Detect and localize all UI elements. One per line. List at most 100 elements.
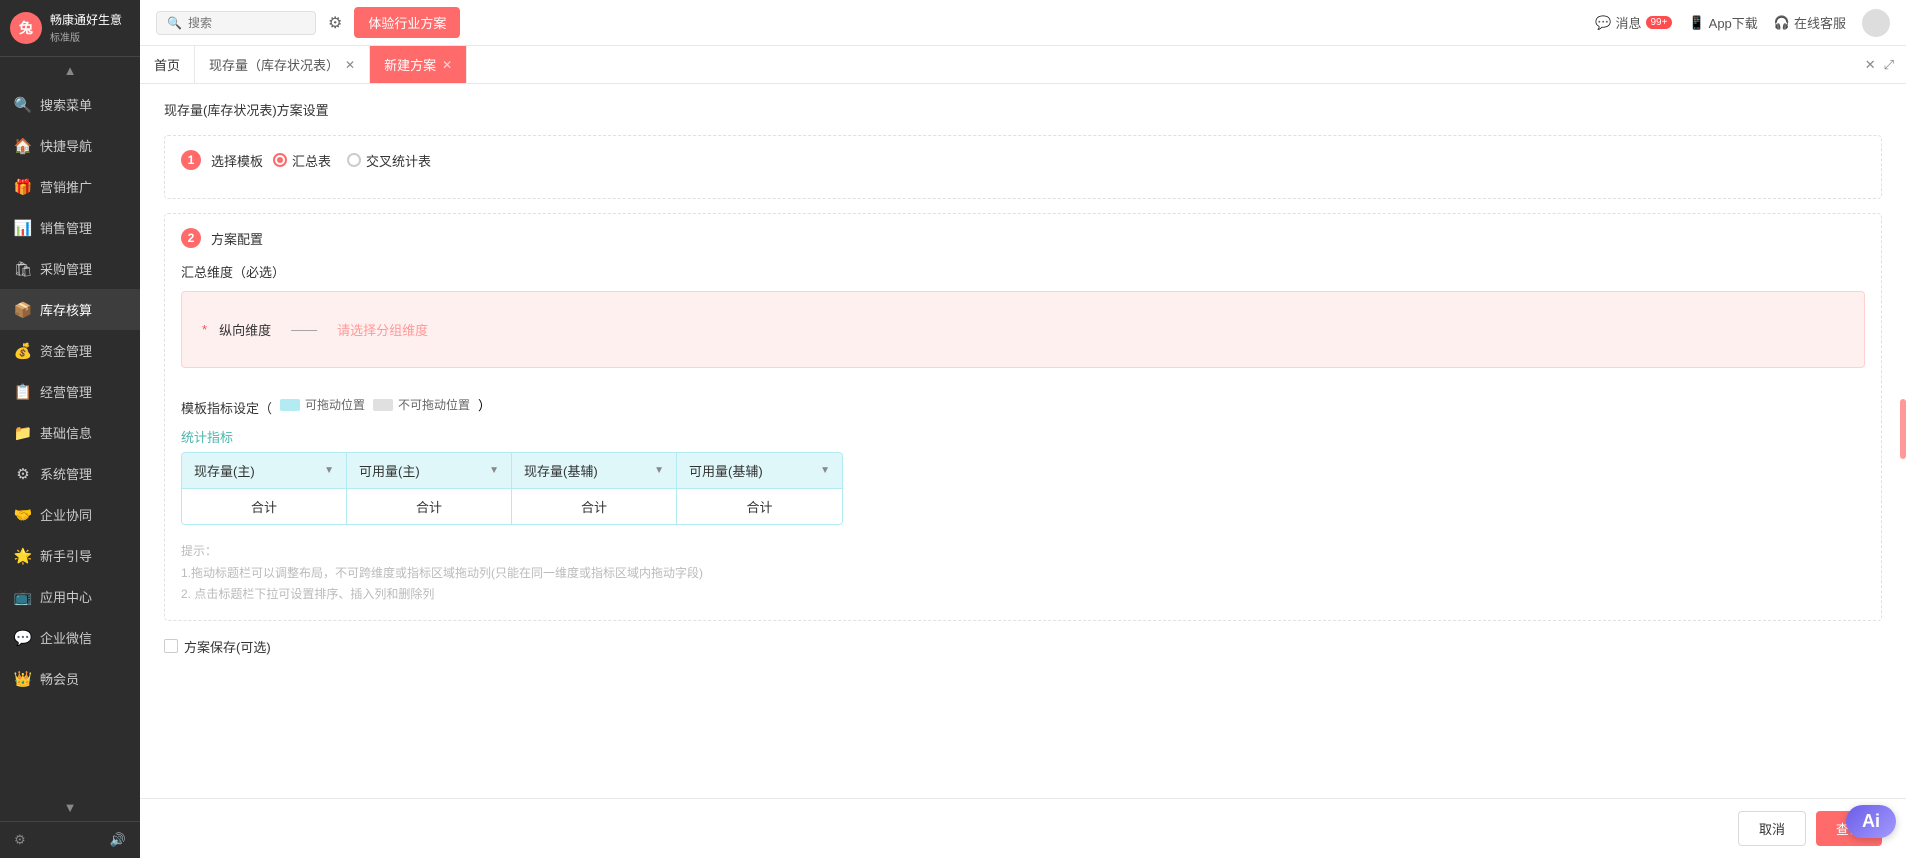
- tab-inventory-close[interactable]: ✕: [345, 58, 355, 72]
- topbar-search-input[interactable]: [188, 16, 305, 30]
- section-2-title: 方案配置: [211, 229, 263, 248]
- sidebar-item-guide[interactable]: 🌟 新手引导: [0, 535, 140, 576]
- folder-icon: 📁: [14, 424, 32, 442]
- search-icon: 🔍: [14, 96, 32, 114]
- section-1: 1 选择模板 汇总表 交叉统计表: [164, 135, 1882, 199]
- ai-fab-button[interactable]: Ai: [1846, 805, 1896, 838]
- sidebar-item-operations[interactable]: 📋 经营管理: [0, 371, 140, 412]
- sidebar-item-marketing[interactable]: 🎁 营销推广: [0, 166, 140, 207]
- user-avatar[interactable]: [1862, 9, 1890, 37]
- save-checkbox[interactable]: [164, 639, 178, 653]
- col-available-main-dropdown[interactable]: ▼: [489, 465, 499, 476]
- stats-label: 统计指标: [181, 427, 1865, 446]
- online-service-btn[interactable]: 🎧 在线客服: [1774, 13, 1846, 32]
- topbar-settings-btn[interactable]: ⚙: [328, 13, 342, 33]
- sidebar-item-enterprise-wechat[interactable]: 💬 企业微信: [0, 617, 140, 658]
- tab-close-window-icon[interactable]: ✕: [1865, 57, 1876, 73]
- trial-btn[interactable]: 体验行业方案: [354, 7, 460, 38]
- sidebar-item-system[interactable]: ⚙ 系统管理: [0, 453, 140, 494]
- sidebar-settings-icon[interactable]: ⚙: [14, 832, 26, 848]
- tv-icon: 📺: [14, 588, 32, 606]
- sidebar-nav: 🔍 搜索菜单 🏠 快捷导航 🎁 营销推广 📊 销售管理 🛍 采购管理 📦 库存核…: [0, 84, 140, 794]
- search-icon: 🔍: [167, 16, 182, 30]
- sidebar-item-basic-info[interactable]: 📁 基础信息: [0, 412, 140, 453]
- tab-window-controls: ✕ ⤢: [1853, 57, 1906, 73]
- sidebar-footer: ⚙ 🔊: [0, 821, 140, 858]
- col-current-aux-cell: 合计: [512, 489, 676, 524]
- sidebar-item-vip[interactable]: 👑 畅会员: [0, 658, 140, 699]
- metrics-table-header: 现存量(主) ▼ 合计 可用量(主) ▼ 合计: [182, 453, 842, 524]
- scroll-indicator: [1900, 399, 1906, 459]
- topbar-right: 💬 消息 99+ 📱 App下载 🎧 在线客服: [1595, 9, 1890, 37]
- sidebar-item-search-menu[interactable]: 🔍 搜索菜单: [0, 84, 140, 125]
- col-current-main-cell: 合计: [182, 489, 346, 524]
- col-available-aux: 可用量(基辅) ▼ 合计: [677, 453, 842, 524]
- sidebar-speaker-icon[interactable]: 🔊: [110, 832, 126, 848]
- main-area: 🔍 ⚙ 体验行业方案 💬 消息 99+ 📱 App下载 🎧 在线客服: [140, 0, 1906, 858]
- col-current-aux: 现存量(基辅) ▼ 合计: [512, 453, 677, 524]
- sidebar-item-enterprise-collab[interactable]: 🤝 企业协同: [0, 494, 140, 535]
- radio-cross-table[interactable]: 交叉统计表: [347, 151, 431, 170]
- sidebar-item-purchase[interactable]: 🛍 采购管理: [0, 248, 140, 289]
- legend-draggable: 可拖动位置: [280, 396, 365, 413]
- topbar: 🔍 ⚙ 体验行业方案 💬 消息 99+ 📱 App下载 🎧 在线客服: [140, 0, 1906, 46]
- dimension-required-star: *: [202, 322, 207, 337]
- sidebar-item-finance[interactable]: 💰 资金管理: [0, 330, 140, 371]
- sidebar-item-inventory-calc[interactable]: 📦 库存核算: [0, 289, 140, 330]
- col-current-aux-dropdown[interactable]: ▼: [654, 465, 664, 476]
- col-available-aux-cell: 合计: [677, 489, 842, 524]
- tab-home[interactable]: 首页: [140, 46, 195, 83]
- gift-icon: 🎁: [14, 178, 32, 196]
- radio-summary-circle: [273, 153, 287, 167]
- sidebar-item-quick-nav[interactable]: 🏠 快捷导航: [0, 125, 140, 166]
- logo-icon: 兔: [10, 12, 42, 44]
- save-option-label: 方案保存(可选): [184, 637, 271, 656]
- save-option: 方案保存(可选): [164, 637, 1882, 656]
- message-btn[interactable]: 💬 消息 99+: [1595, 13, 1672, 32]
- dimension-row-label: 纵向维度: [219, 320, 271, 339]
- section-1-header: 1 选择模板 汇总表 交叉统计表: [181, 150, 1865, 170]
- headset-icon: 🎧: [1774, 15, 1790, 31]
- dimension-label: 汇总维度（必选）: [181, 262, 1865, 281]
- col-current-aux-header[interactable]: 现存量(基辅) ▼: [512, 453, 676, 489]
- money-icon: 💰: [14, 342, 32, 360]
- section-1-title: 选择模板: [211, 151, 263, 170]
- message-icon: 💬: [1595, 15, 1611, 31]
- tab-new-plan-close[interactable]: ✕: [442, 58, 452, 72]
- sidebar-item-sales[interactable]: 📊 销售管理: [0, 207, 140, 248]
- app-download-btn[interactable]: 📱 App下载: [1688, 13, 1757, 32]
- cancel-button[interactable]: 取消: [1738, 811, 1806, 846]
- gear-icon: ⚙: [14, 465, 32, 483]
- radio-cross-circle: [347, 153, 361, 167]
- topbar-search-box[interactable]: 🔍: [156, 11, 316, 35]
- indicator-settings-suffix: ）: [478, 395, 491, 414]
- sidebar-scroll-up[interactable]: ▲: [0, 57, 140, 84]
- col-available-aux-dropdown[interactable]: ▼: [820, 465, 830, 476]
- chart-icon: 📊: [14, 219, 32, 237]
- box-icon: 📦: [14, 301, 32, 319]
- topbar-left: 🔍 ⚙ 体验行业方案: [156, 7, 460, 38]
- star-icon: 🌟: [14, 547, 32, 565]
- sidebar-item-app-center[interactable]: 📺 应用中心: [0, 576, 140, 617]
- tab-inventory[interactable]: 现存量（库存状况表） ✕: [195, 46, 370, 83]
- crown-icon: 👑: [14, 670, 32, 688]
- col-current-main-dropdown[interactable]: ▼: [324, 465, 334, 476]
- draggable-box: [280, 399, 300, 411]
- sidebar-scroll-down[interactable]: ▼: [0, 794, 140, 821]
- section-1-num: 1: [181, 150, 201, 170]
- clipboard-icon: 📋: [14, 383, 32, 401]
- download-icon: 📱: [1688, 15, 1704, 31]
- section-2-header: 2 方案配置: [181, 228, 1865, 248]
- tab-expand-icon[interactable]: ⤢: [1884, 57, 1894, 73]
- col-current-main-header[interactable]: 现存量(主) ▼: [182, 453, 346, 489]
- col-available-main-cell: 合计: [347, 489, 511, 524]
- hints-section: 提示： 1.拖动标题栏可以调整布局，不可跨维度或指标区域拖动列(只能在同一维度或…: [181, 541, 1865, 606]
- col-available-main-header[interactable]: 可用量(主) ▼: [347, 453, 511, 489]
- section-2: 2 方案配置 汇总维度（必选） * 纵向维度 —— 请选择分组维度 模板指标设定…: [164, 213, 1882, 621]
- radio-summary-table[interactable]: 汇总表: [273, 151, 331, 170]
- non-draggable-box: [373, 399, 393, 411]
- dimension-area[interactable]: * 纵向维度 —— 请选择分组维度: [181, 291, 1865, 368]
- tab-new-plan[interactable]: 新建方案 ✕: [370, 46, 467, 83]
- col-available-aux-header[interactable]: 可用量(基辅) ▼: [677, 453, 842, 489]
- indicator-settings-label: 模板指标设定（: [181, 398, 272, 417]
